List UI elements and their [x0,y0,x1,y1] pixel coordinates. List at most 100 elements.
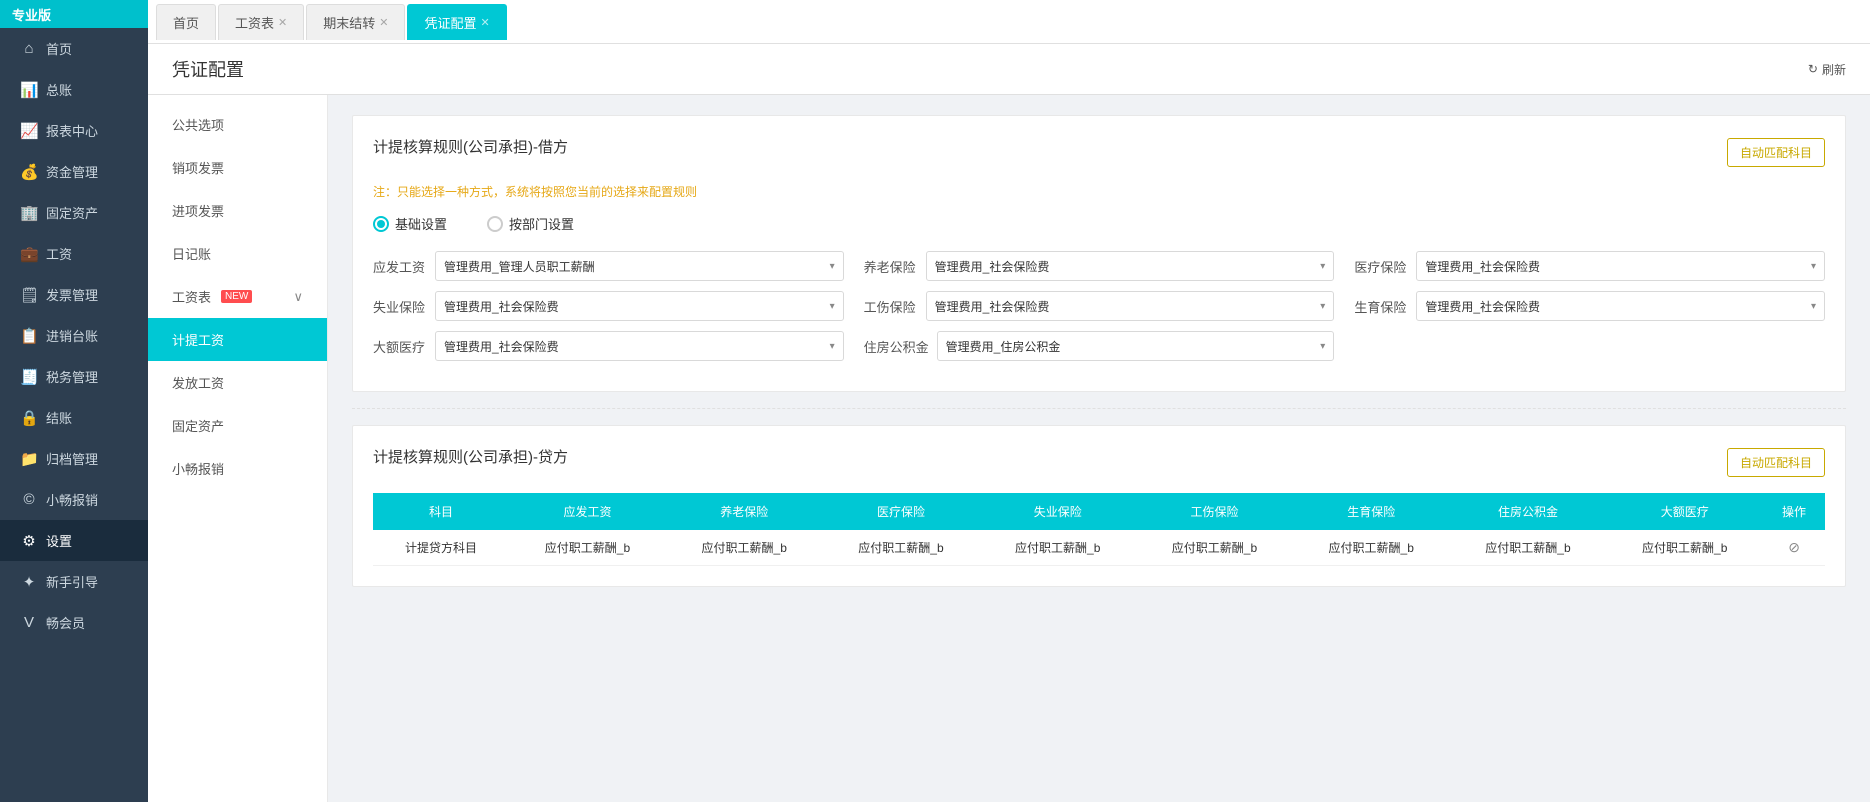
select-housing-fund[interactable]: 管理费用_住房公积金 ▾ [937,331,1335,361]
tab-voucher-config-close[interactable]: ✕ [481,16,490,29]
refresh-icon: ↻ [1808,62,1818,76]
left-nav-public-options[interactable]: 公共选项 [148,103,327,146]
auto-match-credit-button[interactable]: 自动匹配科目 [1727,448,1825,477]
dropdown-arrow-maternity: ▾ [1811,301,1816,312]
left-nav-issue-salary[interactable]: 发放工资 [148,361,327,404]
tab-salary-table-label: 工资表 [235,13,274,32]
sidebar-item-archive[interactable]: 📁 归档管理 [0,438,148,479]
tab-salary-table-close[interactable]: ✕ [278,16,287,29]
form-item-large-medical: 大额医疗 管理费用_社会保险费 ▾ [373,331,844,361]
th-work-injury: 工伤保险 [1136,493,1293,530]
content-area: 公共选项 销项发票 进项发票 日记账 工资表 NEW ∨ 计提工资 [148,95,1870,802]
sidebar-item-funds[interactable]: 💰 资金管理 [0,151,148,192]
left-nav-salary-table[interactable]: 工资表 NEW ∨ [148,275,327,318]
tab-home[interactable]: 首页 [156,4,216,40]
radio-basic-setup[interactable]: 基础设置 [373,214,447,233]
dropdown-arrow-medical: ▾ [1811,261,1816,272]
select-unemployment-value: 管理费用_社会保险费 [444,298,830,315]
select-large-medical[interactable]: 管理费用_社会保险费 ▾ [435,331,844,361]
select-medical-value: 管理费用_社会保险费 [1425,258,1811,275]
dropdown-arrow-large-medical: ▾ [830,341,835,352]
select-salary-value: 管理费用_管理人员职工薪酬 [444,258,830,275]
form-item-housing-fund: 住房公积金 管理费用_住房公积金 ▾ [864,331,1335,361]
label-medical: 医疗保险 [1354,257,1408,276]
sidebar-item-reports[interactable]: 📈 报表中心 [0,110,148,151]
report-icon: 📈 [20,122,38,140]
dropdown-arrow-salary: ▾ [830,261,835,272]
section2-header-row: 计提核算规则(公司承担)-贷方 自动匹配科目 [373,446,1825,479]
folder-icon: 📁 [20,450,38,468]
radio-dept-setup[interactable]: 按部门设置 [487,214,574,233]
select-pension-value: 管理费用_社会保险费 [935,258,1321,275]
tab-voucher-config-label: 凭证配置 [424,13,476,32]
tab-salary-table[interactable]: 工资表 ✕ [218,4,304,40]
label-pension: 养老保险 [864,257,918,276]
edit-icon[interactable]: ⊘ [1788,539,1800,555]
left-nav-fixed-assets[interactable]: 固定资产 [148,404,327,447]
sidebar-item-member[interactable]: V 畅会员 [0,602,148,643]
sidebar-item-home[interactable]: ⌂ 首页 [0,28,148,69]
section-debit: 计提核算规则(公司承担)-借方 自动匹配科目 注：只能选择一种方式，系统将按照您… [352,115,1846,392]
dropdown-arrow-pension: ▾ [1320,261,1325,272]
new-badge: NEW [221,290,252,303]
sidebar-item-xiaochang[interactable]: © 小畅报销 [0,479,148,520]
left-nav-accrued-salary[interactable]: 计提工资 [148,318,327,361]
brand-label: 专业版 [0,0,148,28]
tabs-bar: 首页 工资表 ✕ 期末结转 ✕ 凭证配置 ✕ [148,0,1870,44]
td-subject: 计提贷方科目 [373,530,509,566]
form-item-salary: 应发工资 管理费用_管理人员职工薪酬 ▾ [373,251,844,281]
label-salary: 应发工资 [373,257,427,276]
sidebar-item-tax[interactable]: 🧾 税务管理 [0,356,148,397]
td-medical: 应付职工薪酬_b [823,530,980,566]
form-item-empty [1354,331,1825,361]
sidebar-item-purchase-sales[interactable]: 📋 进销台账 [0,315,148,356]
radio-dept-circle [487,216,503,232]
form-item-maternity: 生育保险 管理费用_社会保险费 ▾ [1354,291,1825,321]
salary-icon: 💼 [20,245,38,263]
sidebar-item-general-ledger[interactable]: 📊 总账 [0,69,148,110]
section1-notice: 注：只能选择一种方式，系统将按照您当前的选择来配置规则 [373,183,1825,200]
refresh-button[interactable]: ↻ 刷新 [1808,61,1846,78]
select-unemployment[interactable]: 管理费用_社会保险费 ▾ [435,291,844,321]
tax-icon: 🧾 [20,368,38,386]
radio-basic-label: 基础设置 [395,214,447,233]
section-divider [352,408,1846,409]
sidebar-item-beginner[interactable]: ✦ 新手引导 [0,561,148,602]
select-salary[interactable]: 管理费用_管理人员职工薪酬 ▾ [435,251,844,281]
sidebar-item-closing[interactable]: 🔒 结账 [0,397,148,438]
select-maternity-value: 管理费用_社会保险费 [1425,298,1811,315]
th-operation: 操作 [1763,493,1825,530]
left-nav-xiaochang-expense[interactable]: 小畅报销 [148,447,327,490]
select-work-injury-value: 管理费用_社会保险费 [935,298,1321,315]
label-housing-fund: 住房公积金 [864,337,929,356]
td-edit[interactable]: ⊘ [1763,530,1825,566]
sidebar-item-fixed-assets[interactable]: 🏢 固定资产 [0,192,148,233]
sidebar-item-salary[interactable]: 💼 工资 [0,233,148,274]
dropdown-arrow-work-injury: ▾ [1320,301,1325,312]
select-work-injury[interactable]: 管理费用_社会保险费 ▾ [926,291,1335,321]
select-pension[interactable]: 管理费用_社会保险费 ▾ [926,251,1335,281]
auto-match-debit-button[interactable]: 自动匹配科目 [1727,138,1825,167]
sidebar-item-invoice-mgmt[interactable]: 🗒 发票管理 [0,274,148,315]
gear-icon: ⚙ [20,532,38,550]
tab-period-close-close[interactable]: ✕ [379,16,388,29]
left-nav-journal[interactable]: 日记账 [148,232,327,275]
select-maternity[interactable]: 管理费用_社会保险费 ▾ [1416,291,1825,321]
select-housing-fund-value: 管理费用_住房公积金 [946,338,1321,355]
form-row-3: 大额医疗 管理费用_社会保险费 ▾ 住房公积金 管理费用_住房公积金 ▾ [373,331,1825,361]
left-nav-sales-invoice[interactable]: 销项发票 [148,146,327,189]
radio-group: 基础设置 按部门设置 [373,214,1825,233]
left-nav-purchase-invoice[interactable]: 进项发票 [148,189,327,232]
select-medical[interactable]: 管理费用_社会保险费 ▾ [1416,251,1825,281]
sidebar-item-settings[interactable]: ⚙ 设置 [0,520,148,561]
form-row-2: 失业保险 管理费用_社会保险费 ▾ 工伤保险 管理费用_社会保险费 ▾ [373,291,1825,321]
tab-period-close[interactable]: 期末结转 ✕ [306,4,405,40]
table-row: 计提贷方科目 应付职工薪酬_b 应付职工薪酬_b 应付职工薪酬_b 应付职工薪酬… [373,530,1825,566]
tab-voucher-config[interactable]: 凭证配置 ✕ [407,4,506,40]
th-unemployment: 失业保险 [979,493,1136,530]
td-large-medical: 应付职工薪酬_b [1606,530,1763,566]
select-large-medical-value: 管理费用_社会保险费 [444,338,830,355]
copyright-icon: © [20,491,38,508]
section2-title: 计提核算规则(公司承担)-贷方 [373,446,568,467]
section1-title: 计提核算规则(公司承担)-借方 [373,136,568,157]
